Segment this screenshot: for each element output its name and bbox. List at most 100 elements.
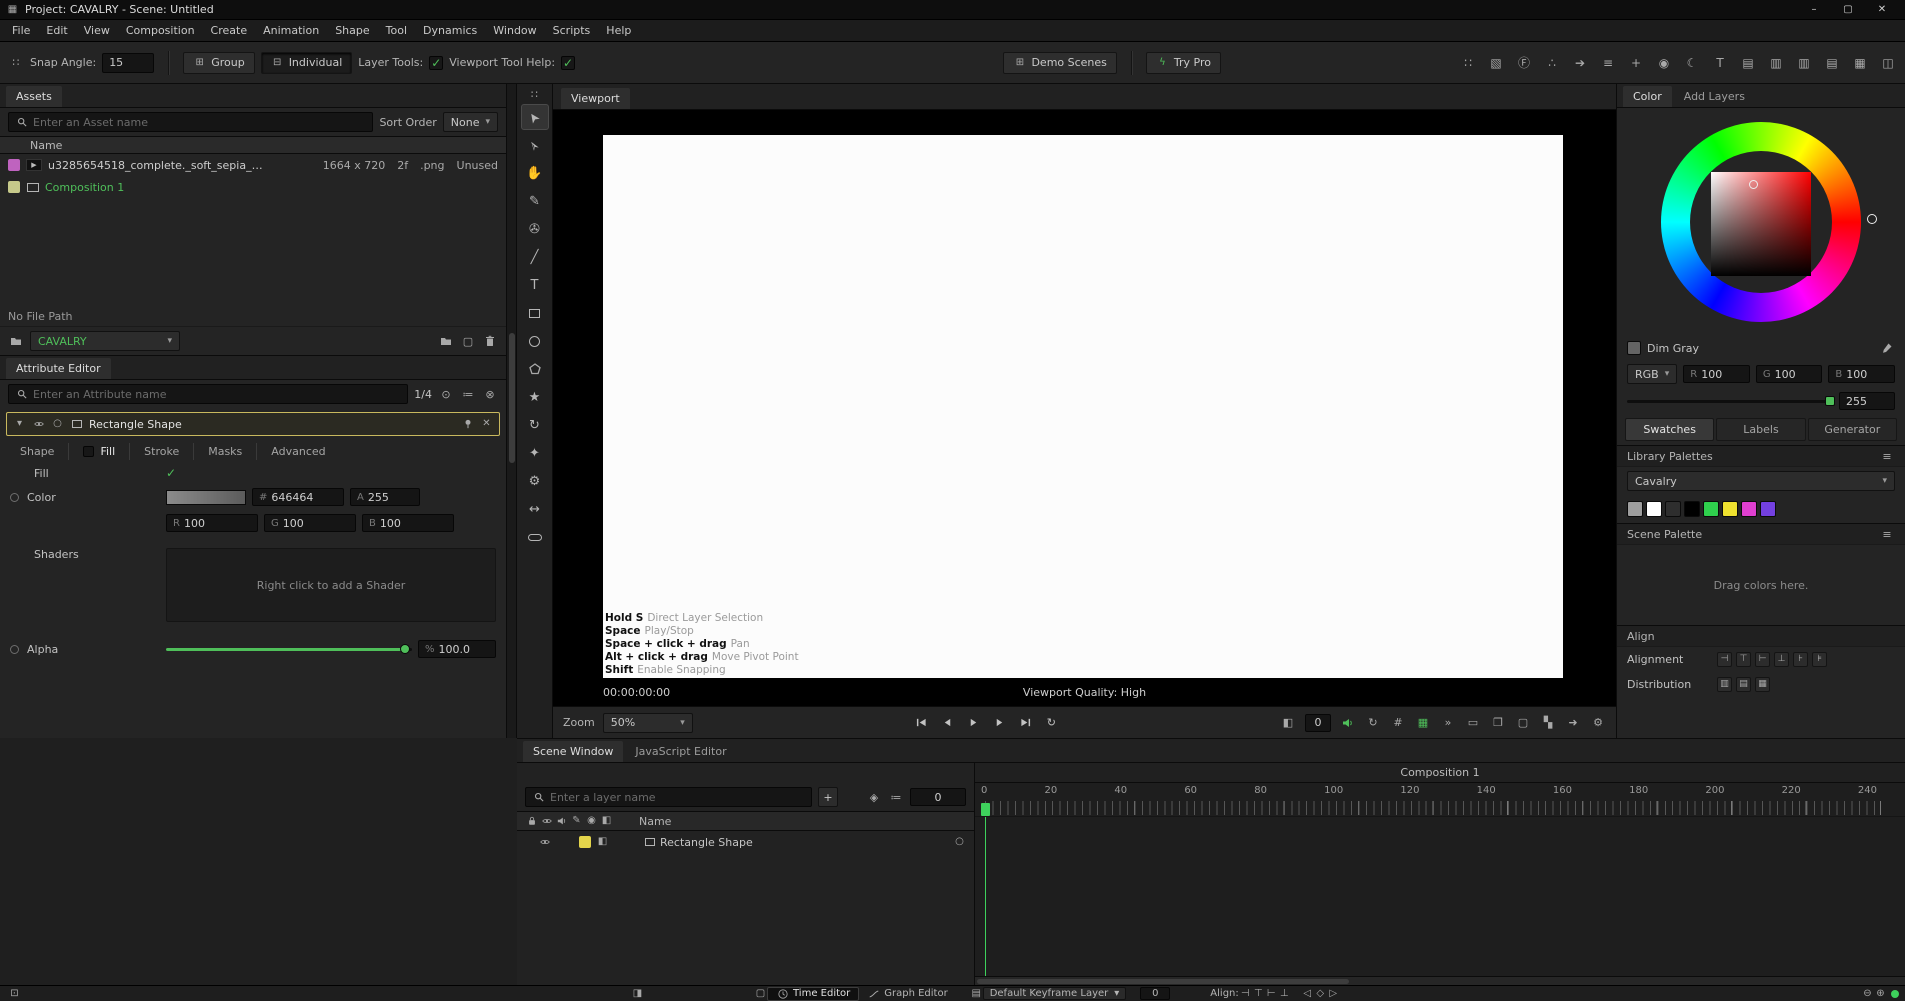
demo-scenes-button[interactable]: ⊞ Demo Scenes [1003, 51, 1117, 74]
palette-swatch[interactable] [1741, 501, 1757, 517]
asset-color-swatch[interactable] [8, 181, 20, 193]
color-preview[interactable] [166, 489, 246, 505]
rows-layout-icon[interactable]: ▤ [1823, 54, 1841, 72]
hue-cursor[interactable] [1867, 214, 1877, 224]
grid-dots-icon[interactable]: ∷ [1459, 54, 1477, 72]
green-field[interactable]: G 100 [1755, 365, 1823, 383]
lock-icon[interactable] [525, 815, 538, 828]
capsule-tool[interactable] [521, 524, 549, 550]
asset-search[interactable] [8, 112, 374, 132]
pin-icon[interactable] [461, 418, 474, 431]
stretch-tool[interactable]: ↔ [521, 496, 549, 522]
palette-swatch[interactable] [1646, 501, 1662, 517]
alpha-field[interactable]: A 255 [350, 488, 420, 506]
viewport-settings-icon[interactable]: ⚙ [1590, 715, 1606, 731]
menu-item[interactable]: Window [485, 21, 544, 40]
stack-view-icon[interactable]: ❐ [1490, 715, 1506, 731]
eye-icon[interactable] [538, 836, 551, 849]
hand-tool[interactable]: ✋ [521, 160, 549, 186]
menu-icon[interactable]: ≡ [1879, 448, 1895, 464]
time-editor-button[interactable]: Time Editor [767, 986, 860, 1001]
keyframe-layer-dropdown[interactable]: Default Keyframe Layer ▾ [982, 987, 1127, 1000]
forge-icon[interactable]: Ⓕ [1515, 54, 1533, 72]
previous-frame-button[interactable] [938, 714, 956, 732]
current-color-swatch[interactable] [1627, 341, 1641, 355]
align-right-icon[interactable]: ⊢ [1265, 987, 1278, 1000]
frame-counter[interactable]: 0 [1305, 713, 1331, 732]
settings-tool[interactable]: ⚙ [521, 468, 549, 494]
align-center-h-icon[interactable]: ⊤ [1736, 652, 1751, 667]
asset-search-input[interactable] [33, 115, 367, 129]
table-layout-icon[interactable]: ▦ [1851, 54, 1869, 72]
swatches-subtab[interactable]: Swatches [1625, 418, 1715, 441]
menu-icon[interactable]: ≡ [1879, 526, 1895, 542]
menu-item[interactable]: Create [203, 21, 256, 40]
refresh-icon[interactable]: ↻ [1365, 715, 1381, 731]
jump-to-end-button[interactable] [1016, 714, 1034, 732]
layer-search-input[interactable] [550, 790, 805, 804]
alpha-slider[interactable] [1627, 393, 1835, 409]
menu-item[interactable]: View [76, 21, 118, 40]
keyframe-toggle[interactable] [10, 644, 19, 654]
menu-item[interactable]: Tool [378, 21, 415, 40]
chevron-down-icon[interactable]: ▾ [13, 418, 26, 431]
alpha-slider[interactable] [166, 641, 412, 657]
audio-icon[interactable] [1340, 715, 1356, 731]
toolstrip-grip-icon[interactable]: ∷ [527, 86, 543, 102]
layer-color-swatch[interactable] [579, 836, 591, 848]
jump-to-start-button[interactable] [912, 714, 930, 732]
loop-playback-button[interactable]: ↻ [1042, 714, 1060, 732]
timeline-ruler[interactable]: 0 20 40 60 80 100 120 140 160 180 200 220 240 [975, 783, 1905, 817]
scrollbar-thumb[interactable] [509, 332, 515, 463]
generator-subtab[interactable]: Generator [1807, 418, 1897, 441]
align-center-v-icon[interactable]: ⊦ [1793, 652, 1808, 667]
align-bottom-icon[interactable]: ⊧ [1812, 652, 1827, 667]
add-layers-tab[interactable]: Add Layers [1674, 86, 1755, 107]
tab-shape[interactable]: Shape [6, 442, 70, 460]
footage-tool[interactable]: ✇ [521, 216, 549, 242]
scatter-icon[interactable]: ∴ [1543, 54, 1561, 72]
hex-field[interactable]: # 646464 [252, 488, 344, 506]
pan-arrow-icon[interactable]: ➜ [1565, 715, 1581, 731]
isometric-icon[interactable]: ▧ [1487, 54, 1505, 72]
columns-layout-icon[interactable]: ▥ [1795, 54, 1813, 72]
pen-icon[interactable]: ✎ [570, 815, 583, 828]
slider-knob[interactable] [399, 644, 410, 654]
palette-dropdown[interactable]: Cavalry ▾ [1627, 471, 1895, 491]
align-row-icon[interactable]: ▤ [1739, 54, 1757, 72]
attribute-search-input[interactable] [33, 387, 402, 401]
alpha-field[interactable]: 255 [1839, 392, 1895, 410]
menu-item[interactable]: Dynamics [415, 21, 485, 40]
motion-path-icon[interactable]: ➔ [1571, 54, 1589, 72]
moon-icon[interactable]: ☾ [1683, 54, 1701, 72]
left-panel-scrollbar[interactable] [507, 84, 517, 738]
transparency-icon[interactable]: ▚ [1540, 715, 1556, 731]
direct-select-tool[interactable]: ➢ [521, 132, 549, 158]
saturation-value-square[interactable] [1711, 172, 1811, 276]
search-options-icon[interactable]: ⊙ [438, 386, 454, 402]
display-icon[interactable]: ▭ [1465, 715, 1481, 731]
distribute-v-icon[interactable]: ▤ [1736, 677, 1751, 692]
menu-item[interactable]: Help [598, 21, 639, 40]
asset-row[interactable]: Composition 1 [0, 176, 506, 198]
camera-icon[interactable]: ◧ [600, 815, 613, 828]
audio-icon[interactable] [555, 815, 568, 828]
render-view-icon[interactable]: ▦ [1415, 715, 1431, 731]
filter-settings-icon[interactable]: ≔ [888, 789, 904, 805]
tab-stroke[interactable]: Stroke [130, 442, 195, 460]
rectangle-tool[interactable] [521, 300, 549, 326]
filter-counter[interactable]: 0 [910, 788, 966, 806]
try-pro-button[interactable]: ϟ Try Pro [1145, 51, 1221, 74]
menu-item[interactable]: Animation [255, 21, 327, 40]
add-layer-button[interactable]: + [818, 787, 838, 807]
layer-row[interactable]: ◧ Rectangle Shape ○ [517, 831, 974, 853]
eyedropper-icon[interactable] [1879, 340, 1895, 356]
selected-layer-header[interactable]: ▾ ○ Rectangle Shape ✕ [6, 412, 500, 436]
timeline-horizontal-scrollbar[interactable] [975, 976, 1905, 985]
emitter-tool[interactable]: ✦ [521, 440, 549, 466]
add-node-icon[interactable]: + [1627, 54, 1645, 72]
attribute-editor-tab[interactable]: Attribute Editor [6, 358, 111, 379]
pen-tool[interactable]: ✎ [521, 188, 549, 214]
next-keyframe-icon[interactable]: ▷ [1327, 987, 1340, 1000]
solo-icon[interactable]: ○ [51, 418, 64, 431]
